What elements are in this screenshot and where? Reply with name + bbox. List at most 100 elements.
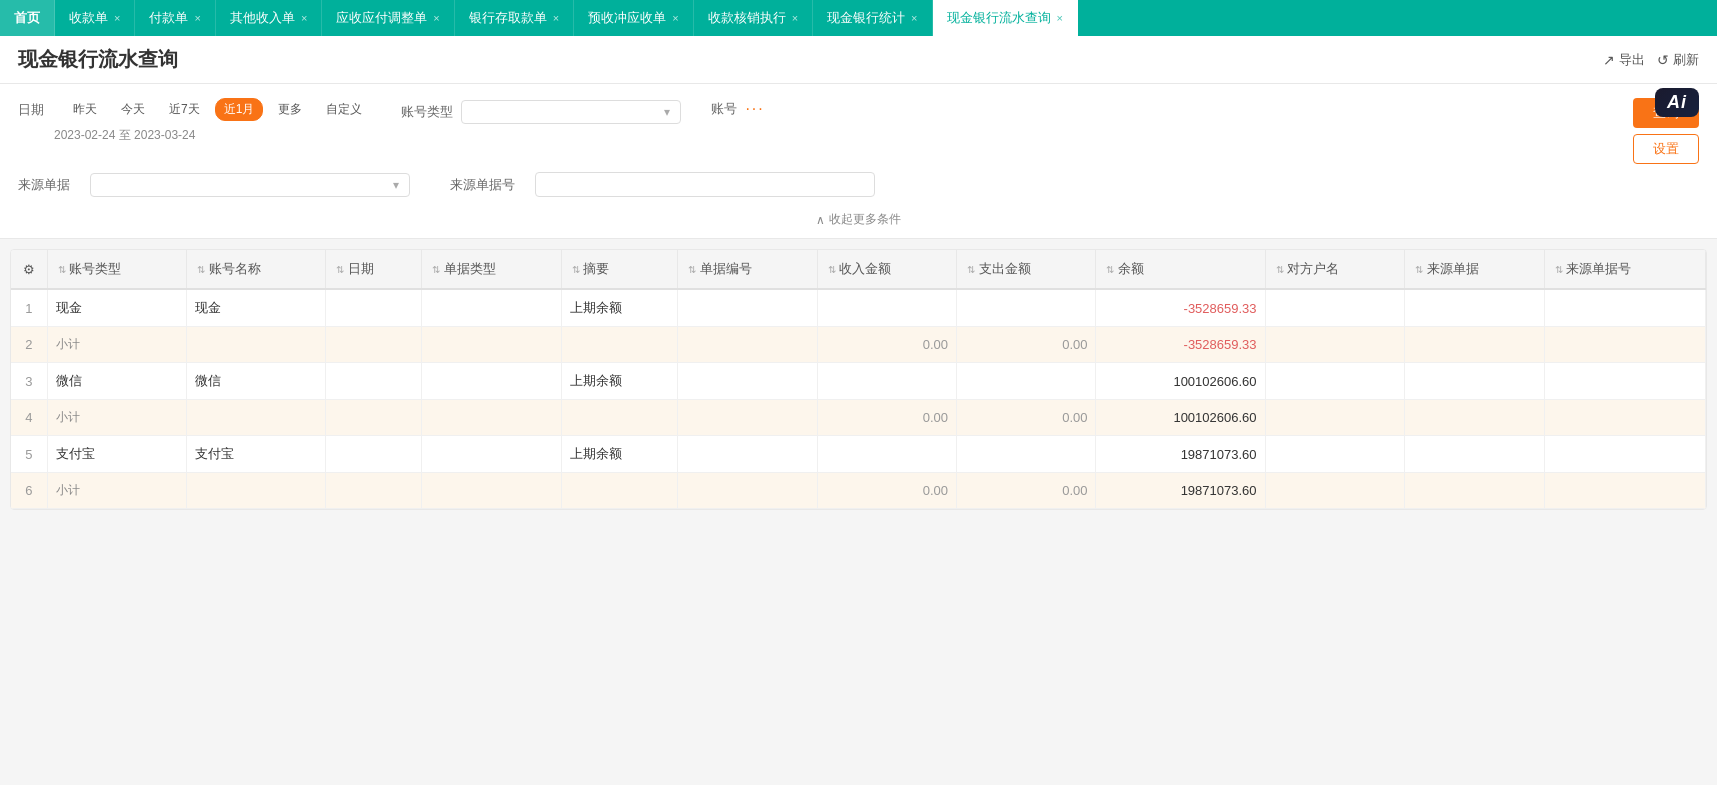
cell-counterparty	[1265, 436, 1404, 473]
cell-source-doc	[1405, 363, 1544, 400]
close-icon[interactable]: ×	[194, 12, 200, 24]
account-label: 账号	[711, 100, 737, 118]
cell-doc-no	[678, 327, 817, 363]
cell-account-type: 小计	[47, 400, 186, 436]
col-summary[interactable]: ⇅ 摘要	[561, 250, 677, 289]
nav-tab-shoukuandan[interactable]: 收款单 ×	[55, 0, 135, 36]
sort-icon: ⇅	[1276, 264, 1284, 275]
export-button[interactable]: ↗ 导出	[1603, 51, 1645, 69]
col-gear[interactable]: ⚙	[11, 250, 47, 289]
cell-balance: 19871073.60	[1096, 473, 1265, 509]
filter-area: 日期 昨天 今天 近7天 近1月 更多 自定义 2023-02-24 至 202…	[0, 84, 1717, 239]
date-custom-btn[interactable]: 自定义	[317, 98, 371, 121]
col-source-doc-no[interactable]: ⇅ 来源单据号	[1544, 250, 1705, 289]
cell-balance: 100102606.60	[1096, 400, 1265, 436]
account-type-select[interactable]: ▾	[461, 100, 681, 124]
cell-income	[817, 289, 956, 327]
gear-icon[interactable]: ⚙	[23, 262, 35, 277]
date-1month-btn[interactable]: 近1月	[215, 98, 264, 121]
cell-source-doc-no	[1544, 363, 1705, 400]
nav-tab-tongji[interactable]: 现金银行统计 ×	[813, 0, 932, 36]
sort-icon: ⇅	[1106, 264, 1114, 275]
nav-tab-qitashouru[interactable]: 其他收入单 ×	[216, 0, 322, 36]
close-icon[interactable]: ×	[301, 12, 307, 24]
cell-doc-type	[422, 436, 561, 473]
col-account-name[interactable]: ⇅ 账号名称	[186, 250, 325, 289]
close-icon[interactable]: ×	[114, 12, 120, 24]
source-doc-no-label: 来源单据号	[450, 176, 515, 194]
sort-icon: ⇅	[1555, 264, 1563, 275]
col-expense[interactable]: ⇅ 支出金额	[957, 250, 1096, 289]
source-doc-no-input[interactable]	[535, 172, 875, 197]
cell-expense	[957, 436, 1096, 473]
cell-account-name	[186, 473, 325, 509]
cell-doc-type	[422, 363, 561, 400]
source-doc-select[interactable]: ▾	[90, 173, 410, 197]
settings-button[interactable]: 设置	[1633, 134, 1699, 164]
cell-account-type: 支付宝	[47, 436, 186, 473]
collapse-button[interactable]: ∧ 收起更多条件	[816, 211, 901, 228]
nav-home[interactable]: 首页	[0, 0, 55, 36]
close-icon[interactable]: ×	[1057, 12, 1063, 24]
cell-date	[326, 363, 422, 400]
col-account-type[interactable]: ⇅ 账号类型	[47, 250, 186, 289]
cell-balance: 100102606.60	[1096, 363, 1265, 400]
refresh-button[interactable]: ↺ 刷新	[1657, 51, 1699, 69]
nav-tab-liushui[interactable]: 现金银行流水查询 ×	[933, 0, 1078, 36]
cell-source-doc-no	[1544, 400, 1705, 436]
nav-tab-yushou[interactable]: 预收冲应收单 ×	[574, 0, 693, 36]
date-7days-btn[interactable]: 近7天	[160, 98, 209, 121]
row-number: 2	[11, 327, 47, 363]
cell-doc-type	[422, 400, 561, 436]
cell-account-name: 现金	[186, 289, 325, 327]
cell-account-type: 小计	[47, 473, 186, 509]
close-icon[interactable]: ×	[553, 12, 559, 24]
col-counterparty[interactable]: ⇅ 对方户名	[1265, 250, 1404, 289]
table-row: 3 微信 微信 上期余额 100102606.60	[11, 363, 1706, 400]
collapse-icon: ∧	[816, 213, 825, 227]
account-dots[interactable]: ···	[745, 100, 764, 118]
table-row: 5 支付宝 支付宝 上期余额 19871073.60	[11, 436, 1706, 473]
cell-income: 0.00	[817, 473, 956, 509]
cell-income	[817, 363, 956, 400]
cell-expense: 0.00	[957, 400, 1096, 436]
cell-source-doc	[1405, 400, 1544, 436]
ai-badge[interactable]: Ai	[1655, 88, 1699, 117]
date-filter-label: 日期	[18, 101, 44, 119]
nav-tab-yinhang[interactable]: 银行存取款单 ×	[455, 0, 574, 36]
cell-counterparty	[1265, 473, 1404, 509]
col-income[interactable]: ⇅ 收入金额	[817, 250, 956, 289]
sort-icon: ⇅	[432, 264, 440, 275]
cell-source-doc	[1405, 289, 1544, 327]
cell-doc-no	[678, 400, 817, 436]
col-date[interactable]: ⇅ 日期	[326, 250, 422, 289]
date-yesterday-btn[interactable]: 昨天	[64, 98, 106, 121]
col-doc-no[interactable]: ⇅ 单据编号	[678, 250, 817, 289]
sort-icon: ⇅	[58, 264, 66, 275]
col-doc-type[interactable]: ⇅ 单据类型	[422, 250, 561, 289]
col-balance[interactable]: ⇅ 余额	[1096, 250, 1265, 289]
date-today-btn[interactable]: 今天	[112, 98, 154, 121]
close-icon[interactable]: ×	[792, 12, 798, 24]
cell-source-doc	[1405, 436, 1544, 473]
sort-icon: ⇅	[572, 264, 580, 275]
nav-tab-yingshou[interactable]: 应收应付调整单 ×	[322, 0, 454, 36]
cell-source-doc-no	[1544, 473, 1705, 509]
cell-date	[326, 436, 422, 473]
close-icon[interactable]: ×	[911, 12, 917, 24]
date-shortcuts: 昨天 今天 近7天 近1月 更多 自定义	[64, 98, 371, 121]
cell-account-name	[186, 400, 325, 436]
col-source-doc[interactable]: ⇅ 来源单据	[1405, 250, 1544, 289]
cell-account-name: 支付宝	[186, 436, 325, 473]
cell-doc-type	[422, 289, 561, 327]
nav-tab-fukuandan[interactable]: 付款单 ×	[135, 0, 215, 36]
sort-icon: ⇅	[688, 264, 696, 275]
date-more-btn[interactable]: 更多	[269, 98, 311, 121]
close-icon[interactable]: ×	[672, 12, 678, 24]
cell-source-doc	[1405, 327, 1544, 363]
cell-summary	[561, 473, 677, 509]
header-actions: ↗ 导出 ↺ 刷新	[1603, 51, 1699, 69]
close-icon[interactable]: ×	[433, 12, 439, 24]
nav-tab-shoukuanhexiao[interactable]: 收款核销执行 ×	[694, 0, 813, 36]
cell-summary	[561, 327, 677, 363]
